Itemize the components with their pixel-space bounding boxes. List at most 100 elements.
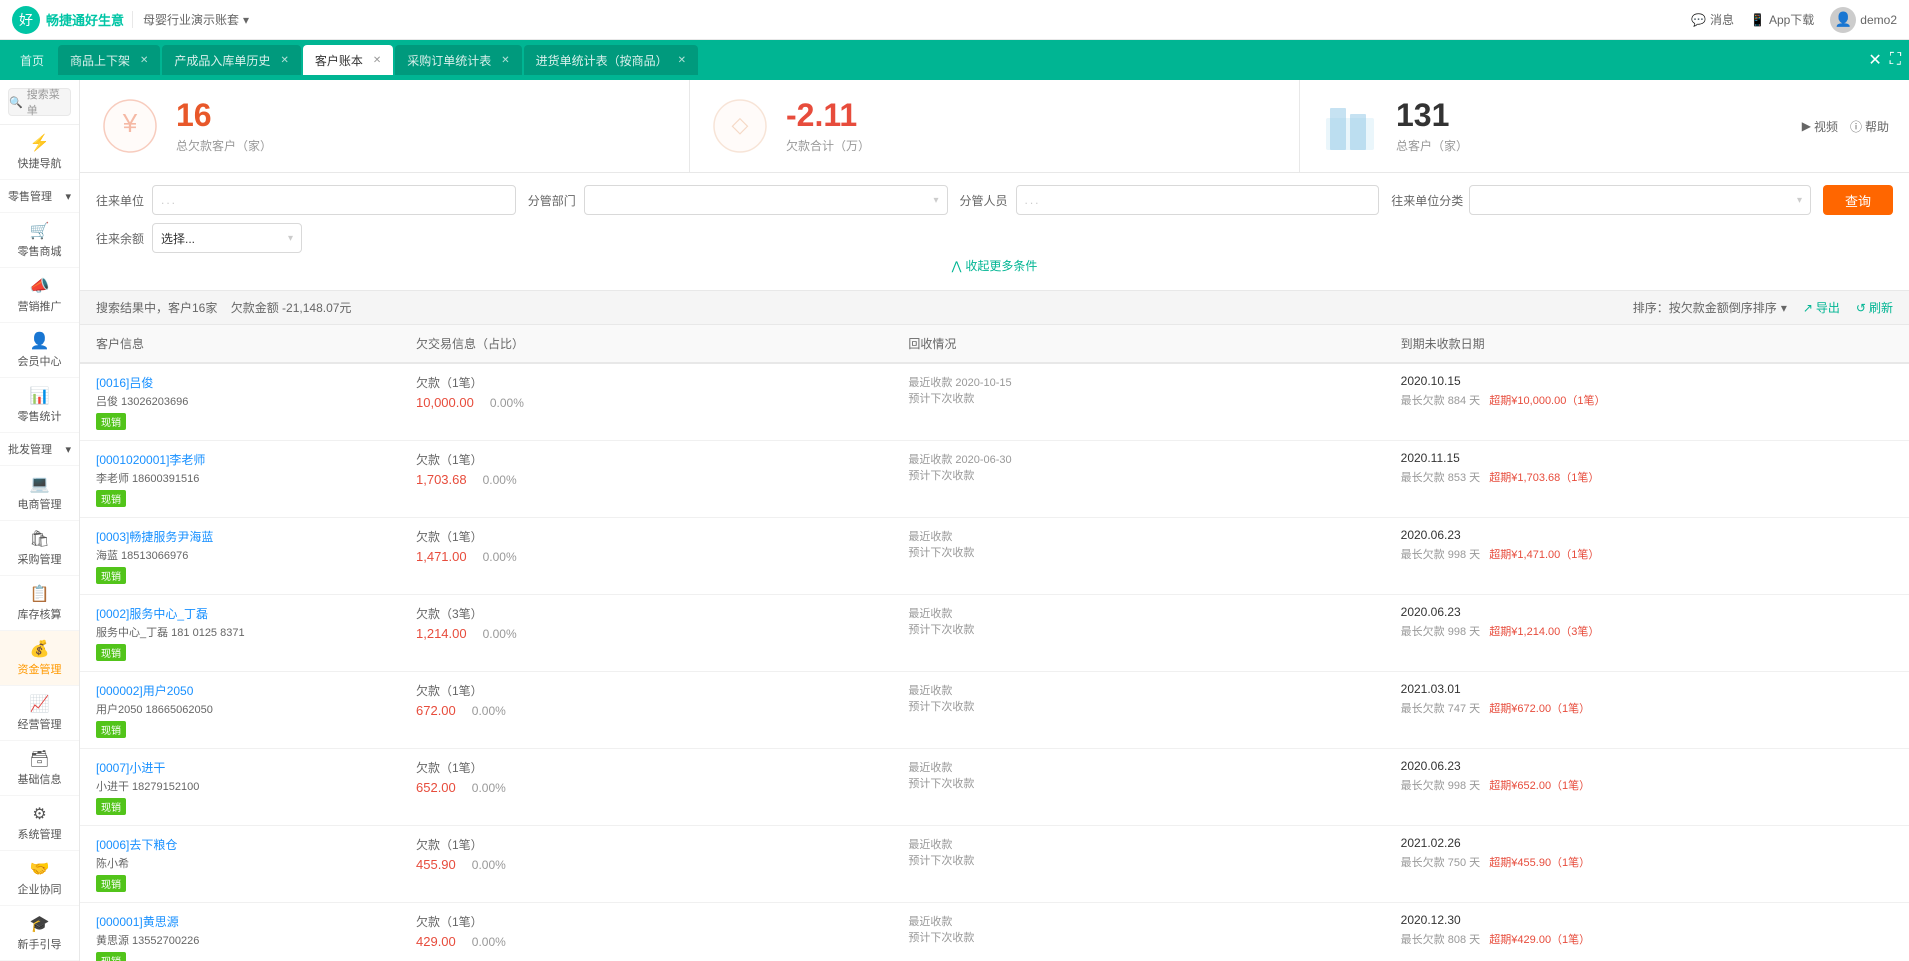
tab-product-off-label: 商品上下架 bbox=[70, 52, 130, 69]
search-menu-button[interactable]: 🔍 搜索菜单 bbox=[8, 88, 71, 116]
sidebar-item-ecom[interactable]: 💻 电商管理 bbox=[0, 466, 79, 521]
debt-row: 1,471.00 0.00% bbox=[416, 549, 908, 564]
customer-name-link[interactable]: [0003]畅捷服务尹海蓝 bbox=[96, 530, 213, 544]
customer-name-link[interactable]: [0016]吕俊 bbox=[96, 376, 153, 390]
recovery-next: 预计下次收款 bbox=[908, 467, 1400, 483]
filter-source-unit: 往来单位 ... bbox=[96, 185, 516, 215]
sidebar-item-system[interactable]: ⚙ 系统管理 bbox=[0, 796, 79, 851]
customer-name-link[interactable]: [0006]去下粮仓 bbox=[96, 838, 177, 852]
store-name: 母婴行业演示账套 bbox=[143, 11, 239, 28]
debt-amount: 10,000.00 bbox=[416, 395, 474, 410]
debt-percent: 0.00% bbox=[483, 627, 517, 641]
tab-purchase-order-close[interactable]: ✕ bbox=[501, 55, 509, 66]
sidebar-item-marketing[interactable]: 📣 营销推广 bbox=[0, 268, 79, 323]
close-all-tabs-icon[interactable]: ✕ bbox=[1868, 50, 1881, 70]
recovery-date: 最近收款 bbox=[908, 528, 1400, 544]
sidebar-item-purchase[interactable]: 🛍 采购管理 bbox=[0, 521, 79, 576]
customer-name-link[interactable]: [0001020001]李老师 bbox=[96, 453, 205, 467]
overdue-amount[interactable]: 超期¥1,471.00（1笔） bbox=[1489, 549, 1599, 561]
recovery-cell: 最近收款 预计下次收款 bbox=[908, 682, 1400, 714]
overdue-amount[interactable]: 超期¥652.00（1笔） bbox=[1489, 780, 1590, 792]
maximize-icon[interactable]: ⛶ bbox=[1890, 51, 1901, 69]
sidebar-item-enterprise[interactable]: 🤝 企业协同 bbox=[0, 851, 79, 906]
sidebar-item-retail-stat[interactable]: 📊 零售统计 bbox=[0, 378, 79, 433]
view-video-button[interactable]: ▶ 视频 bbox=[1802, 118, 1838, 135]
dept-input[interactable]: ▾ bbox=[584, 185, 948, 215]
refresh-button[interactable]: ↺ 刷新 bbox=[1856, 299, 1893, 316]
sidebar-item-finance[interactable]: 💰 资金管理 bbox=[0, 631, 79, 686]
sidebar-item-stock-check[interactable]: 📋 库存核算 bbox=[0, 576, 79, 631]
balance-input[interactable]: 选择... ▾ bbox=[152, 223, 302, 253]
top-bar: 好 畅捷通好生意 母婴行业演示账套 ▾ 💬 消息 📱 App下载 👤 demo2 bbox=[0, 0, 1909, 40]
customer-info-cell: [0016]吕俊 吕俊 13026203696 现销 bbox=[96, 374, 416, 430]
customer-tag: 现销 bbox=[96, 413, 126, 430]
source-unit-input[interactable]: ... bbox=[152, 185, 516, 215]
sidebar-item-batch-mgmt[interactable]: 批发管理 ▾ bbox=[0, 433, 79, 466]
unit-class-input[interactable]: ▾ bbox=[1469, 185, 1811, 215]
tab-stock-stat[interactable]: 进货单统计表（按商品） ✕ bbox=[524, 45, 698, 75]
sidebar-item-retail-mgmt[interactable]: 零售管理 ▾ bbox=[0, 180, 79, 213]
customer-name-link[interactable]: [000002]用户2050 bbox=[96, 684, 193, 698]
enterprise-icon: 🤝 bbox=[4, 859, 75, 879]
person-dots: ... bbox=[1025, 193, 1041, 207]
tab-home[interactable]: 首页 bbox=[8, 45, 56, 75]
overdue-amount[interactable]: 超期¥10,000.00（1笔） bbox=[1489, 395, 1605, 407]
customer-tag: 现销 bbox=[96, 567, 126, 584]
overdue-amount[interactable]: 超期¥1,214.00（3笔） bbox=[1489, 626, 1599, 638]
sidebar-item-operation[interactable]: 📈 经营管理 bbox=[0, 686, 79, 741]
app-download-button[interactable]: 📱 App下载 bbox=[1750, 11, 1814, 28]
person-input[interactable]: ... bbox=[1016, 185, 1380, 215]
customer-name-link[interactable]: [0007]小进干 bbox=[96, 761, 165, 775]
balance-arrow-icon: ▾ bbox=[288, 233, 293, 244]
tab-customer-account-close[interactable]: ✕ bbox=[373, 55, 381, 66]
sort-selector[interactable]: 排序：按欠款金额倒序排序 ▾ bbox=[1633, 299, 1787, 316]
sidebar-item-retail-mall[interactable]: 🛒 零售商城 bbox=[0, 213, 79, 268]
tab-product-off-close[interactable]: ✕ bbox=[140, 55, 148, 66]
debt-count: 欠款（1笔） bbox=[416, 913, 908, 930]
due-date: 2020.06.23 bbox=[1401, 605, 1893, 619]
due-date: 2020.06.23 bbox=[1401, 759, 1893, 773]
overdue-amount[interactable]: 超期¥429.00（1笔） bbox=[1489, 934, 1590, 946]
help-button[interactable]: ⓘ 帮助 bbox=[1850, 118, 1889, 135]
customer-phone: 黄思源 13552700226 bbox=[96, 932, 416, 948]
customer-name-link[interactable]: [000001]黄思源 bbox=[96, 915, 179, 929]
tab-product-in-close[interactable]: ✕ bbox=[280, 55, 288, 66]
recovery-next: 预计下次收款 bbox=[908, 621, 1400, 637]
sort-label: 排序：按欠款金额倒序排序 bbox=[1633, 299, 1777, 316]
debt-amount: 455.90 bbox=[416, 857, 456, 872]
debt-info-cell: 欠款（1笔） 1,703.68 0.00% bbox=[416, 451, 908, 487]
basic-info-icon: 🗃 bbox=[4, 749, 75, 769]
customer-name-link[interactable]: [0002]服务中心_丁磊 bbox=[96, 607, 208, 621]
collapse-button[interactable]: ⋀ 收起更多条件 bbox=[96, 253, 1893, 278]
store-selector[interactable]: 母婴行业演示账套 ▾ bbox=[132, 11, 249, 28]
debt-info-cell: 欠款（1笔） 455.90 0.00% bbox=[416, 836, 908, 872]
tab-product-off[interactable]: 商品上下架 ✕ bbox=[58, 45, 160, 75]
sidebar-item-guide[interactable]: 🎓 新手引导 bbox=[0, 906, 79, 961]
tab-stock-stat-close[interactable]: ✕ bbox=[678, 55, 686, 66]
debt-amount: 1,214.00 bbox=[416, 626, 467, 641]
due-date: 2020.12.30 bbox=[1401, 913, 1893, 927]
search-button[interactable]: 查询 bbox=[1823, 185, 1893, 215]
due-date: 2020.11.15 bbox=[1401, 451, 1893, 465]
recovery-cell: 最近收款 2020-10-15 预计下次收款 bbox=[908, 374, 1400, 406]
due-date-cell: 2021.03.01 最长欠款 747 天 超期¥672.00（1笔） bbox=[1401, 682, 1893, 716]
sidebar-item-basic-info[interactable]: 🗃 基础信息 bbox=[0, 741, 79, 796]
sidebar-item-quick-nav[interactable]: ⚡ 快捷导航 bbox=[0, 125, 79, 180]
message-button[interactable]: 💬 消息 bbox=[1691, 11, 1734, 28]
overdue-amount[interactable]: 超期¥1,703.68（1笔） bbox=[1489, 472, 1599, 484]
tab-product-in[interactable]: 产成品入库单历史 ✕ bbox=[162, 45, 300, 75]
tab-customer-account[interactable]: 客户账本 ✕ bbox=[303, 45, 393, 75]
debt-percent: 0.00% bbox=[472, 935, 506, 949]
recovery-cell: 最近收款 2020-06-30 预计下次收款 bbox=[908, 451, 1400, 483]
debt-amount-label: 欠款合计（万） bbox=[786, 137, 1279, 154]
collapse-up-icon: ⋀ bbox=[952, 259, 962, 273]
customer-phone: 服务中心_丁磊 181 0125 8371 bbox=[96, 624, 416, 640]
due-date: 2020.10.15 bbox=[1401, 374, 1893, 388]
export-button[interactable]: ↗ 导出 bbox=[1803, 299, 1840, 316]
sidebar-item-member[interactable]: 👤 会员中心 bbox=[0, 323, 79, 378]
tab-purchase-order[interactable]: 采购订单统计表 ✕ bbox=[395, 45, 521, 75]
user-profile[interactable]: 👤 demo2 bbox=[1830, 7, 1897, 33]
filter-row-1: 往来单位 ... 分管部门 ▾ 分管人员 ... bbox=[96, 185, 1893, 215]
overdue-amount[interactable]: 超期¥455.90（1笔） bbox=[1489, 857, 1590, 869]
overdue-amount[interactable]: 超期¥672.00（1笔） bbox=[1489, 703, 1590, 715]
